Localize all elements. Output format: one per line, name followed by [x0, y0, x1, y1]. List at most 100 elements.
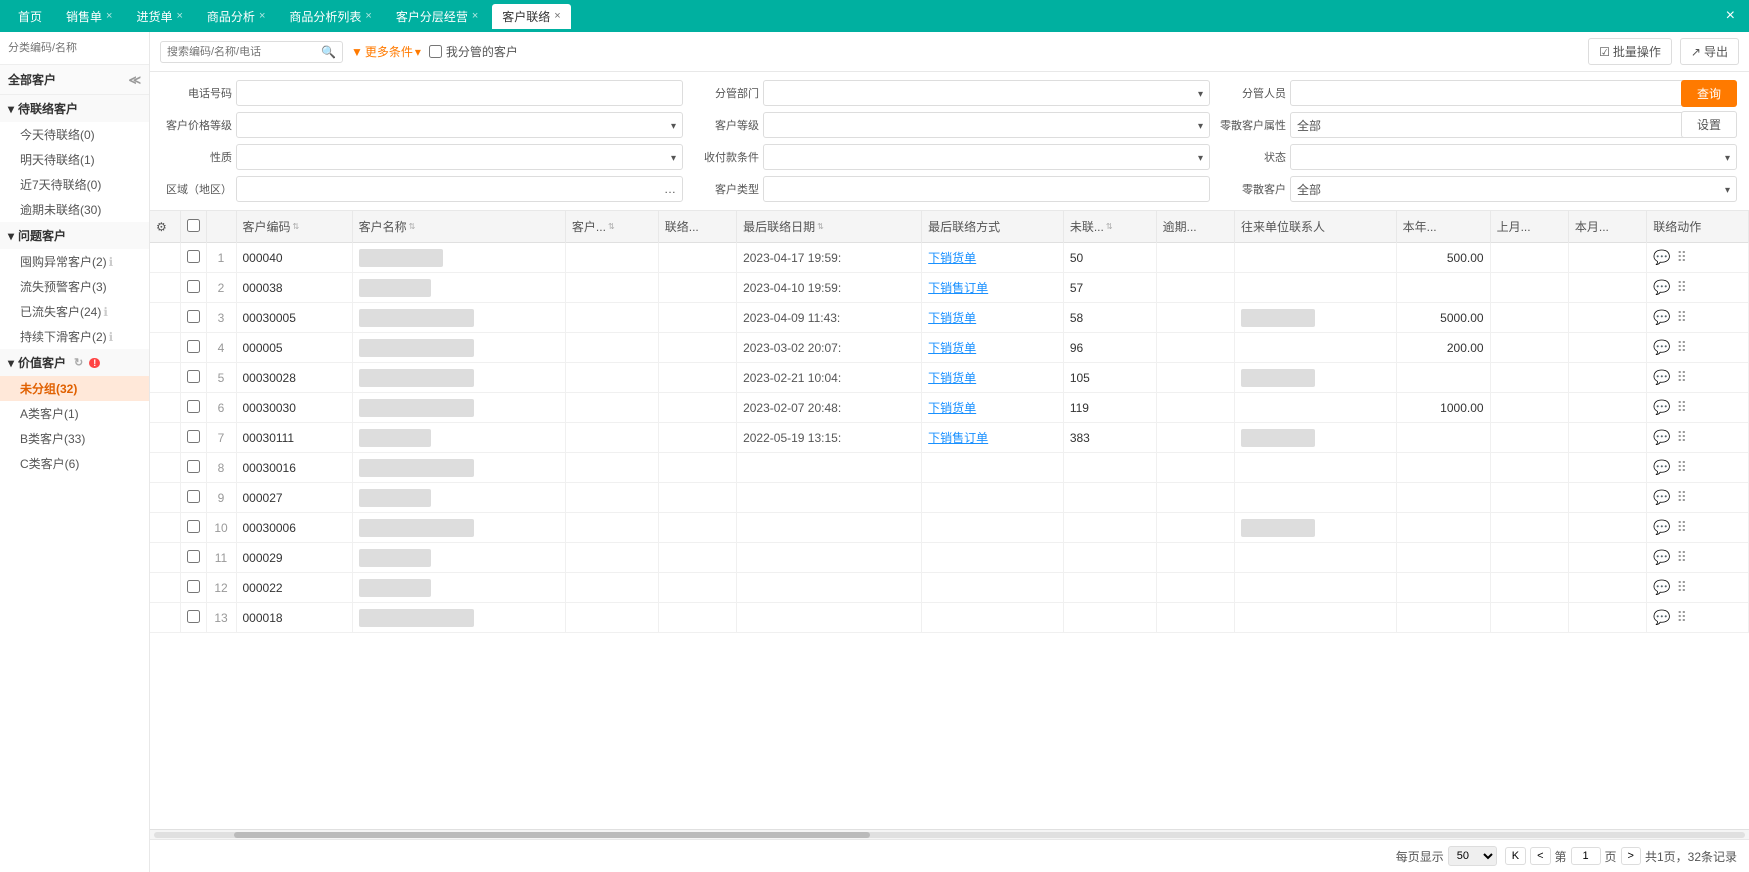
sidebar-item-7days[interactable]: 近7天待联络(0) — [0, 172, 149, 197]
col-last-contact-method[interactable]: 最后联络方式 — [922, 211, 1064, 243]
more-icon[interactable]: ⠿ — [1677, 309, 1687, 326]
sidebar-collapse-icon[interactable]: ≪ — [128, 73, 141, 87]
cell-last-method[interactable] — [922, 573, 1064, 603]
cell-actions[interactable]: 💬 ⠿ — [1647, 543, 1749, 573]
sidebar-search-input[interactable] — [8, 42, 150, 54]
more-icon[interactable]: ⠿ — [1677, 579, 1687, 596]
more-icon[interactable]: ⠿ — [1677, 519, 1687, 536]
row-checkbox[interactable] — [187, 490, 200, 503]
cell-last-method[interactable] — [922, 513, 1064, 543]
chat-icon[interactable]: 💬 — [1653, 249, 1670, 266]
cell-actions[interactable]: 💬 ⠿ — [1647, 333, 1749, 363]
chat-icon[interactable]: 💬 — [1653, 369, 1670, 386]
filter-customer-grade-select[interactable] — [763, 112, 1210, 138]
cell-last-method[interactable] — [922, 603, 1064, 633]
more-icon[interactable]: ⠿ — [1677, 459, 1687, 476]
nav-product-analysis[interactable]: 商品分析 × — [197, 4, 275, 29]
per-page-select[interactable]: 50 100 200 — [1448, 846, 1497, 866]
chat-icon[interactable]: 💬 — [1653, 519, 1670, 536]
search-icon[interactable]: 🔍 — [321, 45, 336, 59]
col-lcd-sort[interactable]: ⇅ — [817, 222, 824, 231]
cell-checkbox[interactable] — [180, 483, 206, 513]
cell-checkbox[interactable] — [180, 513, 206, 543]
cell-checkbox[interactable] — [180, 273, 206, 303]
cell-actions[interactable]: 💬 ⠿ — [1647, 573, 1749, 603]
cell-checkbox[interactable] — [180, 543, 206, 573]
sidebar-item-tomorrow[interactable]: 明天待联络(1) — [0, 147, 149, 172]
row-checkbox[interactable] — [187, 250, 200, 263]
cell-last-method[interactable] — [922, 483, 1064, 513]
chat-icon[interactable]: 💬 — [1653, 579, 1670, 596]
col-this-month[interactable]: 本月... — [1568, 211, 1646, 243]
search-input[interactable] — [167, 46, 317, 58]
nav-home[interactable]: 首页 — [8, 4, 52, 29]
cell-last-method[interactable]: 下销货单 — [922, 393, 1064, 423]
filter-dept-select[interactable] — [763, 80, 1210, 106]
more-icon[interactable]: ⠿ — [1677, 279, 1687, 296]
contact-method-link[interactable]: 下销货单 — [928, 371, 976, 385]
cell-last-method[interactable]: 下销售订单 — [922, 423, 1064, 453]
col-code-sort[interactable]: ⇅ — [293, 222, 300, 231]
settings-icon[interactable]: ⚙ — [156, 220, 167, 234]
sidebar-item-today[interactable]: 今天待联络(0) — [0, 122, 149, 147]
cell-checkbox[interactable] — [180, 363, 206, 393]
nav-customer-layering[interactable]: 客户分层经营 × — [386, 4, 488, 29]
cell-checkbox[interactable] — [180, 453, 206, 483]
sidebar-item-lost[interactable]: 已流失客户(24) ℹ — [0, 299, 149, 324]
filter-customer-type-select[interactable] — [763, 176, 1210, 202]
row-checkbox[interactable] — [187, 580, 200, 593]
cell-checkbox[interactable] — [180, 423, 206, 453]
my-customers-filter[interactable]: 我分管的客户 — [429, 43, 518, 60]
problem-customers-group[interactable]: ▾ 问题客户 — [0, 222, 149, 249]
next-page-btn[interactable]: > — [1621, 847, 1641, 865]
col-last-contact-date[interactable]: 最后联络日期 ⇅ — [737, 211, 922, 243]
chat-icon[interactable]: 💬 — [1653, 609, 1670, 626]
row-checkbox[interactable] — [187, 310, 200, 323]
contact-method-link[interactable]: 下销货单 — [928, 311, 976, 325]
cell-last-method[interactable] — [922, 543, 1064, 573]
cell-actions[interactable]: 💬 ⠿ — [1647, 513, 1749, 543]
contact-method-link[interactable]: 下销货单 — [928, 341, 976, 355]
filter-nature-select[interactable] — [236, 144, 683, 170]
nav-customer-contact-close[interactable]: × — [554, 10, 560, 22]
cell-last-method[interactable]: 下销货单 — [922, 243, 1064, 273]
scroll-track[interactable] — [154, 832, 1745, 838]
more-icon[interactable]: ⠿ — [1677, 339, 1687, 356]
close-all-btn[interactable]: × — [1720, 5, 1741, 27]
chat-icon[interactable]: 💬 — [1653, 339, 1670, 356]
row-checkbox[interactable] — [187, 550, 200, 563]
cell-actions[interactable]: 💬 ⠿ — [1647, 483, 1749, 513]
row-checkbox[interactable] — [187, 430, 200, 443]
first-page-btn[interactable]: K — [1505, 847, 1526, 865]
more-icon[interactable]: ⠿ — [1677, 399, 1687, 416]
query-button[interactable]: 查询 — [1681, 80, 1737, 107]
filter-payment-select[interactable] — [763, 144, 1210, 170]
sidebar-item-ungrouped[interactable]: 未分组(32) — [0, 376, 149, 401]
col-no-days[interactable]: 未联... ⇅ — [1063, 211, 1156, 243]
cell-checkbox[interactable] — [180, 303, 206, 333]
row-checkbox[interactable] — [187, 280, 200, 293]
row-checkbox[interactable] — [187, 520, 200, 533]
export-button[interactable]: ↗ 导出 — [1680, 38, 1739, 65]
reset-button[interactable]: 设置 — [1681, 111, 1737, 138]
my-customers-checkbox[interactable] — [429, 45, 442, 58]
col-last-month[interactable]: 上月... — [1490, 211, 1568, 243]
sidebar-item-b-class[interactable]: B类客户(33) — [0, 426, 149, 451]
more-icon[interactable]: ⠿ — [1677, 429, 1687, 446]
cell-checkbox[interactable] — [180, 333, 206, 363]
nav-sales[interactable]: 销售单 × — [56, 4, 122, 29]
col-code[interactable]: 客户编码 ⇅ — [236, 211, 352, 243]
filter-status-select[interactable] — [1290, 144, 1737, 170]
row-checkbox[interactable] — [187, 340, 200, 353]
col-type-sort[interactable]: ⇅ — [608, 222, 615, 231]
cell-actions[interactable]: 💬 ⠿ — [1647, 603, 1749, 633]
nav-product-analysis-list-close[interactable]: × — [365, 10, 371, 22]
cell-last-method[interactable]: 下销货单 — [922, 363, 1064, 393]
cell-actions[interactable]: 💬 ⠿ — [1647, 303, 1749, 333]
chat-icon[interactable]: 💬 — [1653, 549, 1670, 566]
col-trade-contact[interactable]: 往来单位联系人 — [1234, 211, 1396, 243]
cell-last-method[interactable]: 下销售订单 — [922, 273, 1064, 303]
scroll-thumb[interactable] — [234, 832, 870, 838]
sidebar-item-overdue[interactable]: 逾期未联络(30) — [0, 197, 149, 222]
nav-customer-contact[interactable]: 客户联络 × — [492, 4, 570, 29]
